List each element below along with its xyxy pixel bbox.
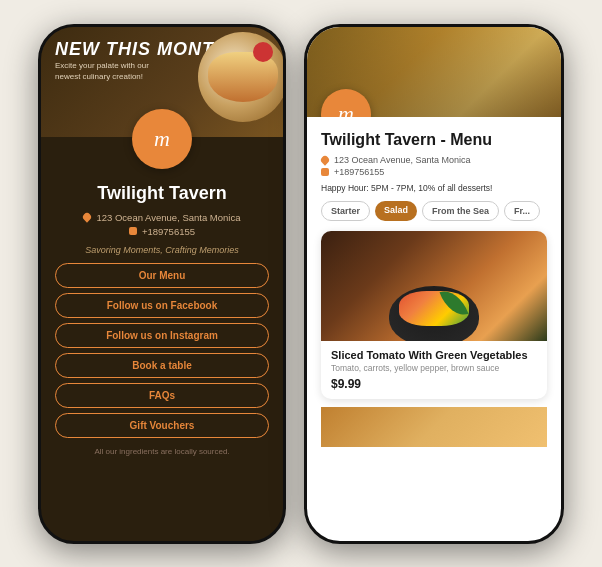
our-menu-button[interactable]: Our Menu bbox=[55, 263, 269, 288]
dish-name: Sliced Tomato With Green Vegetables bbox=[331, 349, 537, 361]
right-phone-row: +189756155 bbox=[321, 167, 547, 177]
left-content: Twilight Tavern 123 Ocean Avenue, Santa … bbox=[41, 169, 283, 541]
phone-row: +189756155 bbox=[129, 226, 195, 237]
tab-more[interactable]: Fr... bbox=[504, 201, 540, 221]
food-bowl bbox=[389, 286, 479, 341]
menu-card-1: Sliced Tomato With Green Vegetables Toma… bbox=[321, 231, 547, 399]
right-phone-icon bbox=[321, 168, 329, 176]
book-table-button[interactable]: Book a table bbox=[55, 353, 269, 378]
right-address-text: 123 Ocean Avenue, Santa Monica bbox=[334, 155, 470, 165]
tab-salad[interactable]: Salad bbox=[375, 201, 417, 221]
address-text: 123 Ocean Avenue, Santa Monica bbox=[96, 212, 240, 223]
dish-price: $9.99 bbox=[331, 377, 537, 391]
menu-card-info: Sliced Tomato With Green Vegetables Toma… bbox=[321, 341, 547, 399]
faqs-button[interactable]: FAQs bbox=[55, 383, 269, 408]
tagline: Savoring Moments, Crafting Memories bbox=[85, 245, 239, 255]
location-icon bbox=[82, 211, 93, 222]
restaurant-name: Twilight Tavern bbox=[97, 183, 226, 204]
hero-subtitle: Excite your palate with our newest culin… bbox=[55, 60, 155, 82]
footer-note: All our ingredients are locally sourced. bbox=[94, 447, 229, 456]
tab-starter[interactable]: Starter bbox=[321, 201, 370, 221]
happy-hour-text: Happy Hour: 5PM - 7PM, 10% of all desser… bbox=[321, 183, 547, 193]
instagram-button[interactable]: Follow us on Instagram bbox=[55, 323, 269, 348]
right-hero-banner: m bbox=[307, 27, 561, 117]
right-address-row: 123 Ocean Avenue, Santa Monica bbox=[321, 155, 547, 165]
menu-card-image bbox=[321, 231, 547, 341]
address-row: 123 Ocean Avenue, Santa Monica bbox=[83, 212, 240, 223]
phone-icon bbox=[129, 227, 137, 235]
facebook-button[interactable]: Follow us on Facebook bbox=[55, 293, 269, 318]
left-logo: m bbox=[132, 109, 192, 169]
dish-description: Tomato, carrots, yellow pepper, brown sa… bbox=[331, 363, 537, 373]
tab-from-the-sea[interactable]: From the Sea bbox=[422, 201, 499, 221]
menu-card-2-preview bbox=[321, 407, 547, 447]
gift-vouchers-button[interactable]: Gift Vouchers bbox=[55, 413, 269, 438]
right-logo: m bbox=[321, 89, 371, 117]
hero-food-image bbox=[198, 32, 283, 122]
right-content: Twilight Tavern - Menu 123 Ocean Avenue,… bbox=[307, 117, 561, 541]
right-phone-text: +189756155 bbox=[334, 167, 384, 177]
left-logo-letter: m bbox=[154, 126, 170, 152]
scene: NEW THIS MONTH Excite your palate with o… bbox=[18, 14, 584, 554]
right-phone: m Twilight Tavern - Menu 123 Ocean Avenu… bbox=[304, 24, 564, 544]
phone-text: +189756155 bbox=[142, 226, 195, 237]
right-logo-letter: m bbox=[338, 101, 354, 117]
left-phone: NEW THIS MONTH Excite your palate with o… bbox=[38, 24, 286, 544]
menu-title: Twilight Tavern - Menu bbox=[321, 131, 547, 149]
green-leaf bbox=[439, 285, 468, 320]
menu-tabs: Starter Salad From the Sea Fr... bbox=[321, 201, 547, 221]
right-location-icon bbox=[319, 154, 330, 165]
